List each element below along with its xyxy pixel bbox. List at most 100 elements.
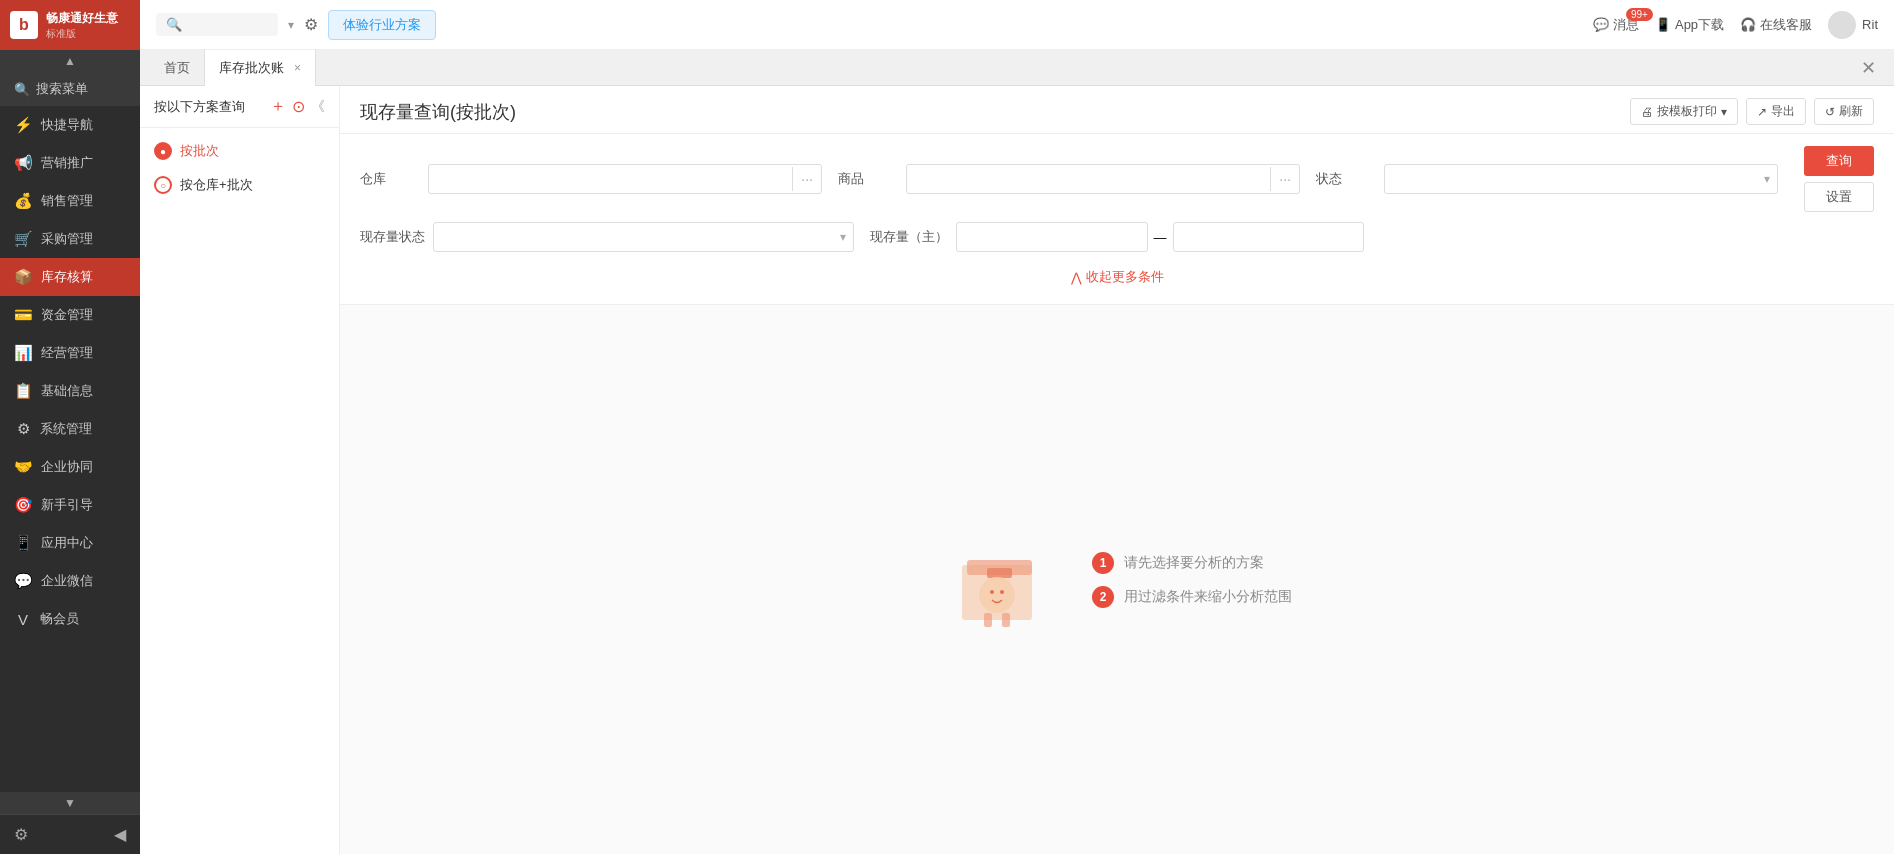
topbar-chevron-icon[interactable]: ▾ bbox=[288, 18, 294, 32]
sidebar-item-label: 营销推广 bbox=[41, 154, 93, 172]
sidebar-item-enterprise[interactable]: 🤝 企业协同 bbox=[0, 448, 140, 486]
sidebar-item-wechat[interactable]: 💬 企业微信 bbox=[0, 562, 140, 600]
sidebar-item-purchase[interactable]: 🛒 采购管理 bbox=[0, 220, 140, 258]
export-button[interactable]: ↗ 导出 bbox=[1746, 98, 1806, 125]
product-input-wrapper[interactable]: ··· bbox=[906, 164, 1300, 194]
scheme-item-warehouse-batch[interactable]: ○ 按仓库+批次 bbox=[140, 168, 339, 202]
tab-close-icon[interactable]: × bbox=[294, 61, 301, 75]
sidebar-item-label: 基础信息 bbox=[41, 382, 93, 400]
tab-active-label: 库存批次账 bbox=[219, 59, 284, 77]
trial-button[interactable]: 体验行业方案 bbox=[328, 10, 436, 40]
guide-icon: 🎯 bbox=[14, 496, 33, 514]
empty-step-1: 1 请先选择要分析的方案 bbox=[1092, 552, 1292, 574]
status-select-wrapper: 全部 正常 停用 ▾ bbox=[1384, 164, 1778, 194]
sidebar-item-appstore[interactable]: 📱 应用中心 bbox=[0, 524, 140, 562]
quantity-from-input[interactable] bbox=[956, 222, 1148, 252]
scheme-label-warehouse-batch: 按仓库+批次 bbox=[180, 176, 253, 194]
sidebar-item-quick-nav[interactable]: ⚡ 快捷导航 bbox=[0, 106, 140, 144]
tab-inventory-batch[interactable]: 库存批次账 × bbox=[205, 50, 316, 86]
topbar-gear-icon[interactable]: ⚙ bbox=[304, 15, 318, 34]
sidebar-item-system[interactable]: ⚙ 系统管理 bbox=[0, 410, 140, 448]
app-logo: b bbox=[10, 11, 38, 39]
sidebar-item-label: 企业微信 bbox=[41, 572, 93, 590]
collapse-filter-btn[interactable]: ⋀ 收起更多条件 bbox=[360, 262, 1874, 292]
message-button[interactable]: 💬 消息 99+ bbox=[1593, 16, 1639, 34]
sidebar-item-finance[interactable]: 💳 资金管理 bbox=[0, 296, 140, 334]
sidebar-item-guide[interactable]: 🎯 新手引导 bbox=[0, 486, 140, 524]
warehouse-label: 仓库 bbox=[360, 170, 420, 188]
page-title: 现存量查询(按批次) bbox=[360, 100, 516, 124]
status-select[interactable]: 全部 正常 停用 bbox=[1384, 164, 1778, 194]
refresh-label: 刷新 bbox=[1839, 103, 1863, 120]
scheme-icon-batch: ● bbox=[154, 142, 172, 160]
search-icon: 🔍 bbox=[14, 82, 30, 97]
left-panel-actions: ＋ ⊙ 《 bbox=[270, 96, 325, 117]
sidebar-search[interactable]: 🔍 搜索菜单 bbox=[0, 72, 140, 106]
filter-product: 商品 ··· bbox=[838, 164, 1300, 194]
sales-icon: 💰 bbox=[14, 192, 33, 210]
settings-footer-icon[interactable]: ⚙ bbox=[14, 825, 28, 844]
step-1-number: 1 bbox=[1092, 552, 1114, 574]
inventory-icon: 📦 bbox=[14, 268, 33, 286]
sidebar-scroll-up[interactable]: ▲ bbox=[0, 50, 140, 72]
inventory-status-select-wrapper: 全部 有库存 无库存 ▾ bbox=[433, 222, 854, 252]
print-button[interactable]: 🖨 按模板打印 ▾ bbox=[1630, 98, 1738, 125]
product-dots-btn[interactable]: ··· bbox=[1270, 167, 1299, 191]
close-all-tabs-icon[interactable]: ✕ bbox=[1853, 53, 1884, 83]
export-icon: ↗ bbox=[1757, 105, 1767, 119]
warehouse-dots-btn[interactable]: ··· bbox=[792, 167, 821, 191]
wechat-icon: 💬 bbox=[14, 572, 33, 590]
inventory-status-select[interactable]: 全部 有库存 无库存 bbox=[433, 222, 854, 252]
topbar-search-input[interactable] bbox=[188, 17, 268, 32]
warehouse-input[interactable] bbox=[429, 167, 792, 192]
refresh-icon: ↺ bbox=[1825, 105, 1835, 119]
inventory-status-label: 现存量状态 bbox=[360, 228, 425, 246]
topbar-search-box[interactable]: 🔍 bbox=[156, 13, 278, 36]
sidebar-item-label: 企业协同 bbox=[41, 458, 93, 476]
filter-settings-button[interactable]: 设置 bbox=[1804, 182, 1874, 212]
right-content: 现存量查询(按批次) 🖨 按模板打印 ▾ ↗ 导出 ↺ 刷新 bbox=[340, 86, 1894, 854]
svg-rect-7 bbox=[1002, 613, 1010, 627]
filter-area: 仓库 ··· 商品 ··· 状态 bbox=[340, 134, 1894, 305]
tab-home[interactable]: 首页 bbox=[150, 50, 205, 86]
collapse-sidebar-icon[interactable]: ◀ bbox=[114, 825, 126, 844]
sidebar-scroll-down[interactable]: ▼ bbox=[0, 792, 140, 814]
enterprise-icon: 🤝 bbox=[14, 458, 33, 476]
warehouse-input-wrapper[interactable]: ··· bbox=[428, 164, 822, 194]
sidebar-item-label: 采购管理 bbox=[41, 230, 93, 248]
scheme-list: ● 按批次 ○ 按仓库+批次 bbox=[140, 128, 339, 854]
filter-row-1: 仓库 ··· 商品 ··· 状态 bbox=[360, 146, 1874, 212]
sidebar-item-basic[interactable]: 📋 基础信息 bbox=[0, 372, 140, 410]
sidebar-item-inventory[interactable]: 📦 库存核算 bbox=[0, 258, 140, 296]
online-service-button[interactable]: 🎧 在线客服 bbox=[1740, 16, 1812, 34]
empty-steps: 1 请先选择要分析的方案 2 用过滤条件来缩小分析范围 bbox=[1092, 552, 1292, 608]
topbar-search-icon: 🔍 bbox=[166, 17, 182, 32]
sidebar-item-label: 资金管理 bbox=[41, 306, 93, 324]
user-menu[interactable]: Rit bbox=[1828, 11, 1878, 39]
app-download-button[interactable]: 📱 App下载 bbox=[1655, 16, 1724, 34]
sidebar-item-marketing[interactable]: 📢 营销推广 bbox=[0, 144, 140, 182]
tab-home-label: 首页 bbox=[164, 59, 190, 77]
empty-illustration bbox=[942, 530, 1062, 630]
query-button[interactable]: 查询 bbox=[1804, 146, 1874, 176]
sidebar-item-member[interactable]: V 畅会员 bbox=[0, 600, 140, 638]
sidebar-item-sales[interactable]: 💰 销售管理 bbox=[0, 182, 140, 220]
add-scheme-icon[interactable]: ＋ bbox=[270, 96, 286, 117]
topbar-right: 💬 消息 99+ 📱 App下载 🎧 在线客服 Rit bbox=[1593, 11, 1878, 39]
sidebar-item-label: 库存核算 bbox=[41, 268, 93, 286]
quantity-main-label: 现存量（主） bbox=[870, 228, 948, 246]
tab-bar-right: ✕ bbox=[1853, 53, 1884, 83]
quantity-dash: — bbox=[1154, 230, 1167, 245]
user-avatar bbox=[1828, 11, 1856, 39]
quantity-to-input[interactable] bbox=[1173, 222, 1365, 252]
sidebar-item-operations[interactable]: 📊 经营管理 bbox=[0, 334, 140, 372]
product-input[interactable] bbox=[907, 167, 1270, 192]
member-icon: V bbox=[14, 611, 32, 628]
scheme-settings-icon[interactable]: ⊙ bbox=[292, 97, 305, 116]
refresh-button[interactable]: ↺ 刷新 bbox=[1814, 98, 1874, 125]
scheme-item-batch[interactable]: ● 按批次 bbox=[140, 134, 339, 168]
app-title-area: 畅康通好生意 标准版 bbox=[46, 10, 118, 41]
sidebar-item-label: 系统管理 bbox=[40, 420, 92, 438]
filter-warehouse: 仓库 ··· bbox=[360, 164, 822, 194]
panel-collapse-icon[interactable]: 《 bbox=[311, 98, 325, 116]
